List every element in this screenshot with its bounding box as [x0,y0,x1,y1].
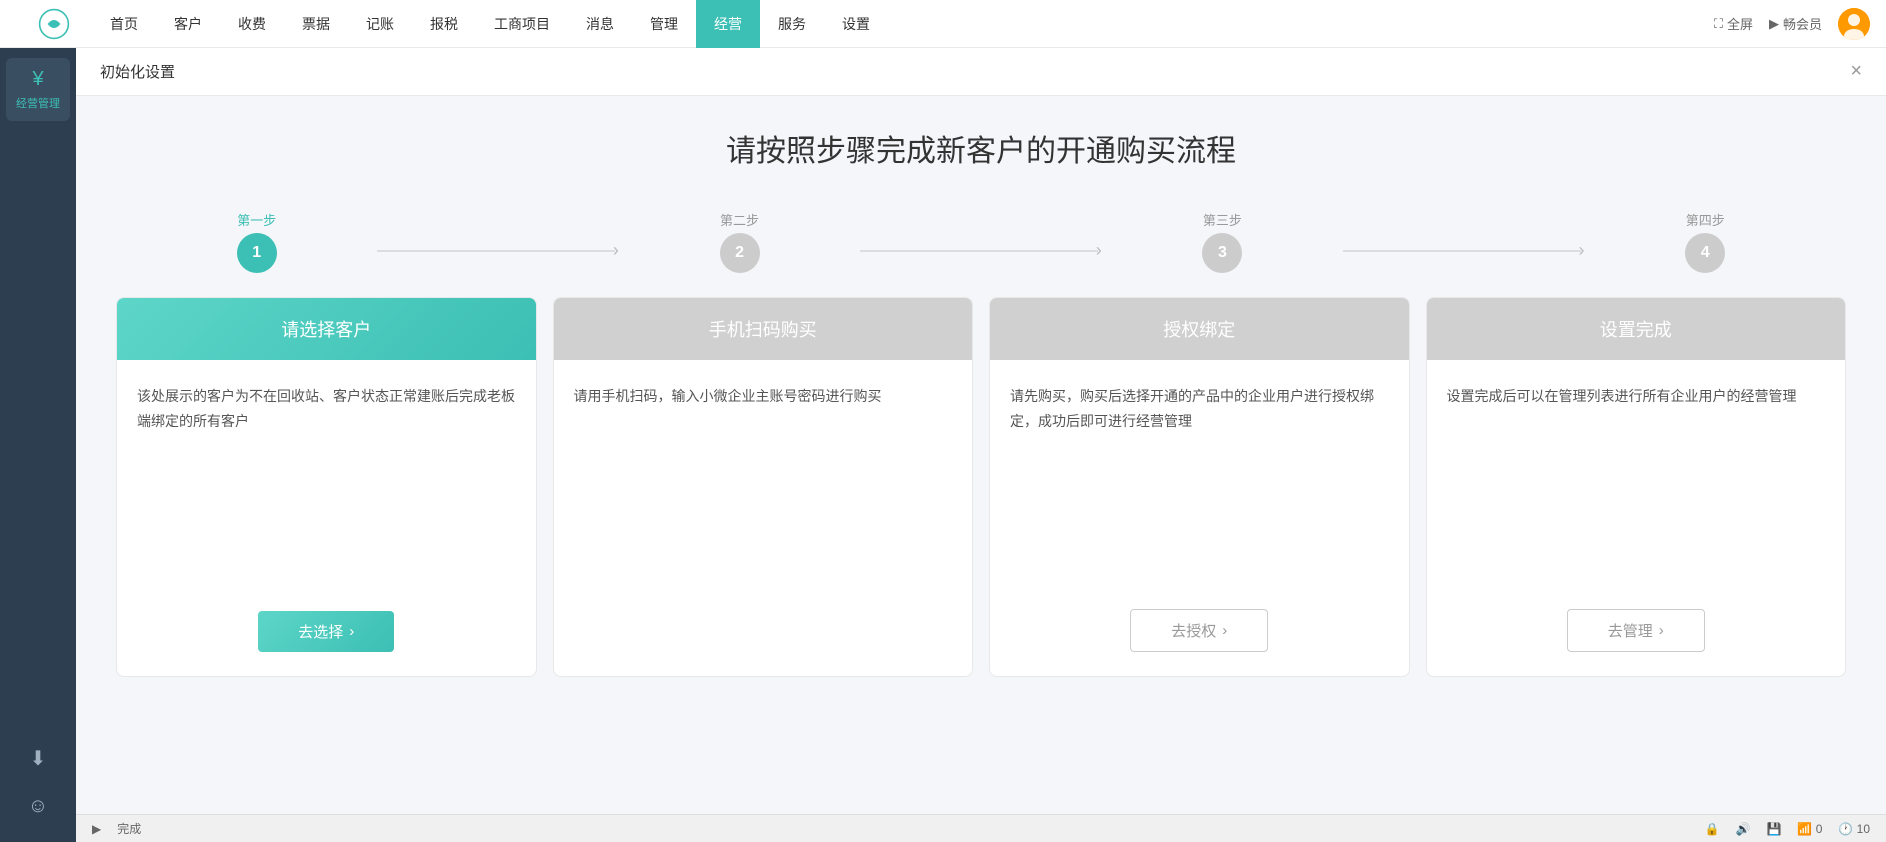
card-1-header: 请选择客户 [117,298,536,360]
support-icon[interactable]: ☺ [20,787,56,826]
sidebar-bottom: ⬇ ☺ [20,738,56,842]
nav-home[interactable]: 首页 [92,0,156,48]
flow-title: 请按照步骤完成新客户的开通购买流程 [116,126,1846,170]
step-1-circle: 1 [237,233,277,273]
step-3: 第三步 3 [1102,210,1343,273]
content-header: 初始化设置 × [76,48,1886,96]
card-4-btn-arrow: › [1659,622,1664,639]
step-4: 第四步 4 [1585,210,1826,273]
nav-service[interactable]: 服务 [760,0,824,48]
page-title: 初始化设置 [100,61,175,82]
card-1-btn-arrow: › [349,623,354,640]
step-1-label: 第一步 [237,210,276,229]
avatar[interactable] [1838,8,1870,40]
step-2: 第二步 2 [619,210,860,273]
connector-line-2 [860,250,1097,252]
card-4-header: 设置完成 [1427,298,1846,360]
step-2-circle: 2 [720,233,760,273]
top-nav: 首页 客户 收费 票据 记账 报税 工商项目 消息 管理 经营 服务 设置 ⛶ … [0,0,1886,48]
card-3-footer: 去授权 › [990,593,1409,676]
sidebar: ¥ 经营管理 ⬇ ☺ [0,48,76,842]
nav-settings[interactable]: 设置 [824,0,888,48]
card-3: 授权绑定 请先购买，购买后选择开通的产品中的企业用户进行授权绑定，成功后即可进行… [989,297,1410,677]
card-2: 手机扫码购买 请用手机扫码，输入小微企业主账号密码进行购买 [553,297,974,677]
nav-right: ⛶ 全屏 ▶ 畅会员 [1714,8,1870,40]
fullscreen-btn[interactable]: ⛶ 全屏 [1714,14,1753,33]
step-3-circle: 3 [1202,233,1242,273]
nav-tax[interactable]: 报税 [412,0,476,48]
nav-operation[interactable]: 经营 [696,0,760,48]
fullscreen-label: 全屏 [1727,14,1753,33]
card-2-footer [554,636,973,676]
card-4-btn-label: 去管理 [1608,620,1653,641]
status-bar: ▶ 完成 🔒 🔊 💾 📶 0 🕐 10 [76,814,1886,842]
connector-line-3 [1343,250,1580,252]
sidebar-item-operation[interactable]: ¥ 经营管理 [6,58,70,121]
status-right: 🔒 🔊 💾 📶 0 🕐 10 [1705,822,1870,836]
yen-icon: ¥ [32,68,43,91]
play-status-icon: ▶ [92,822,101,836]
nav-business[interactable]: 工商项目 [476,0,568,48]
step-4-label: 第四步 [1686,210,1725,229]
step-1: 第一步 1 [136,210,377,273]
download-icon[interactable]: ⬇ [22,738,55,779]
card-4-body: 设置完成后可以在管理列表进行所有企业用户的经营管理 [1427,360,1846,593]
card-4-footer: 去管理 › [1427,593,1846,676]
card-3-header: 授权绑定 [990,298,1409,360]
nav-customer[interactable]: 客户 [156,0,220,48]
connector-1: › [377,240,618,261]
volume-icon: 🔊 [1736,822,1751,836]
sidebar-item-label: 经营管理 [16,95,60,111]
network-status: 📶 0 [1797,822,1822,836]
connector-3: › [1343,240,1584,261]
play-icon: ▶ [1769,16,1779,32]
fullscreen-icon: ⛶ [1714,16,1723,32]
close-button[interactable]: × [1850,60,1862,83]
card-3-btn-label: 去授权 [1171,620,1216,641]
nav-manage[interactable]: 管理 [632,0,696,48]
card-1-body: 该处展示的客户为不在回收站、客户状态正常建账后完成老板端绑定的所有客户 [117,360,536,595]
nav-fee[interactable]: 收费 [220,0,284,48]
card-1-btn-label: 去选择 [298,621,343,642]
logo [16,8,92,40]
card-1-button[interactable]: 去选择 › [258,611,394,652]
member-label: 畅会员 [1783,14,1822,33]
step-4-circle: 4 [1685,233,1725,273]
card-3-btn-arrow: › [1222,622,1227,639]
status-text: 完成 [117,820,141,837]
card-3-body: 请先购买，购买后选择开通的产品中的企业用户进行授权绑定，成功后即可进行经营管理 [990,360,1409,593]
step-3-label: 第三步 [1203,210,1242,229]
card-2-body: 请用手机扫码，输入小微企业主账号密码进行购买 [554,360,973,636]
card-3-button[interactable]: 去授权 › [1130,609,1268,652]
nav-bill[interactable]: 票据 [284,0,348,48]
save-icon: 💾 [1766,822,1781,836]
card-1-footer: 去选择 › [117,595,536,676]
nav-message[interactable]: 消息 [568,0,632,48]
content-area: 初始化设置 × 请按照步骤完成新客户的开通购买流程 第一步 1 › [76,48,1886,842]
clock-status: 🕐 10 [1838,822,1870,836]
member-btn[interactable]: ▶ 畅会员 [1769,14,1822,33]
card-4-button[interactable]: 去管理 › [1567,609,1705,652]
nav-bookkeeping[interactable]: 记账 [348,0,412,48]
lock-icon: 🔒 [1705,822,1720,836]
card-1: 请选择客户 该处展示的客户为不在回收站、客户状态正常建账后完成老板端绑定的所有客… [116,297,537,677]
card-2-header: 手机扫码购买 [554,298,973,360]
card-4: 设置完成 设置完成后可以在管理列表进行所有企业用户的经营管理 去管理 › [1426,297,1847,677]
main-content: 请按照步骤完成新客户的开通购买流程 第一步 1 › 第二步 2 [76,96,1886,814]
connector-line-1 [377,250,614,252]
step-2-label: 第二步 [720,210,759,229]
steps-indicator: 第一步 1 › 第二步 2 › [116,210,1846,273]
cards-row: 请选择客户 该处展示的客户为不在回收站、客户状态正常建账后完成老板端绑定的所有客… [116,297,1846,677]
main-layout: ¥ 经营管理 ⬇ ☺ 初始化设置 × 请按照步骤完成新客户的开通购买流程 第一步… [0,48,1886,842]
connector-2: › [860,240,1101,261]
